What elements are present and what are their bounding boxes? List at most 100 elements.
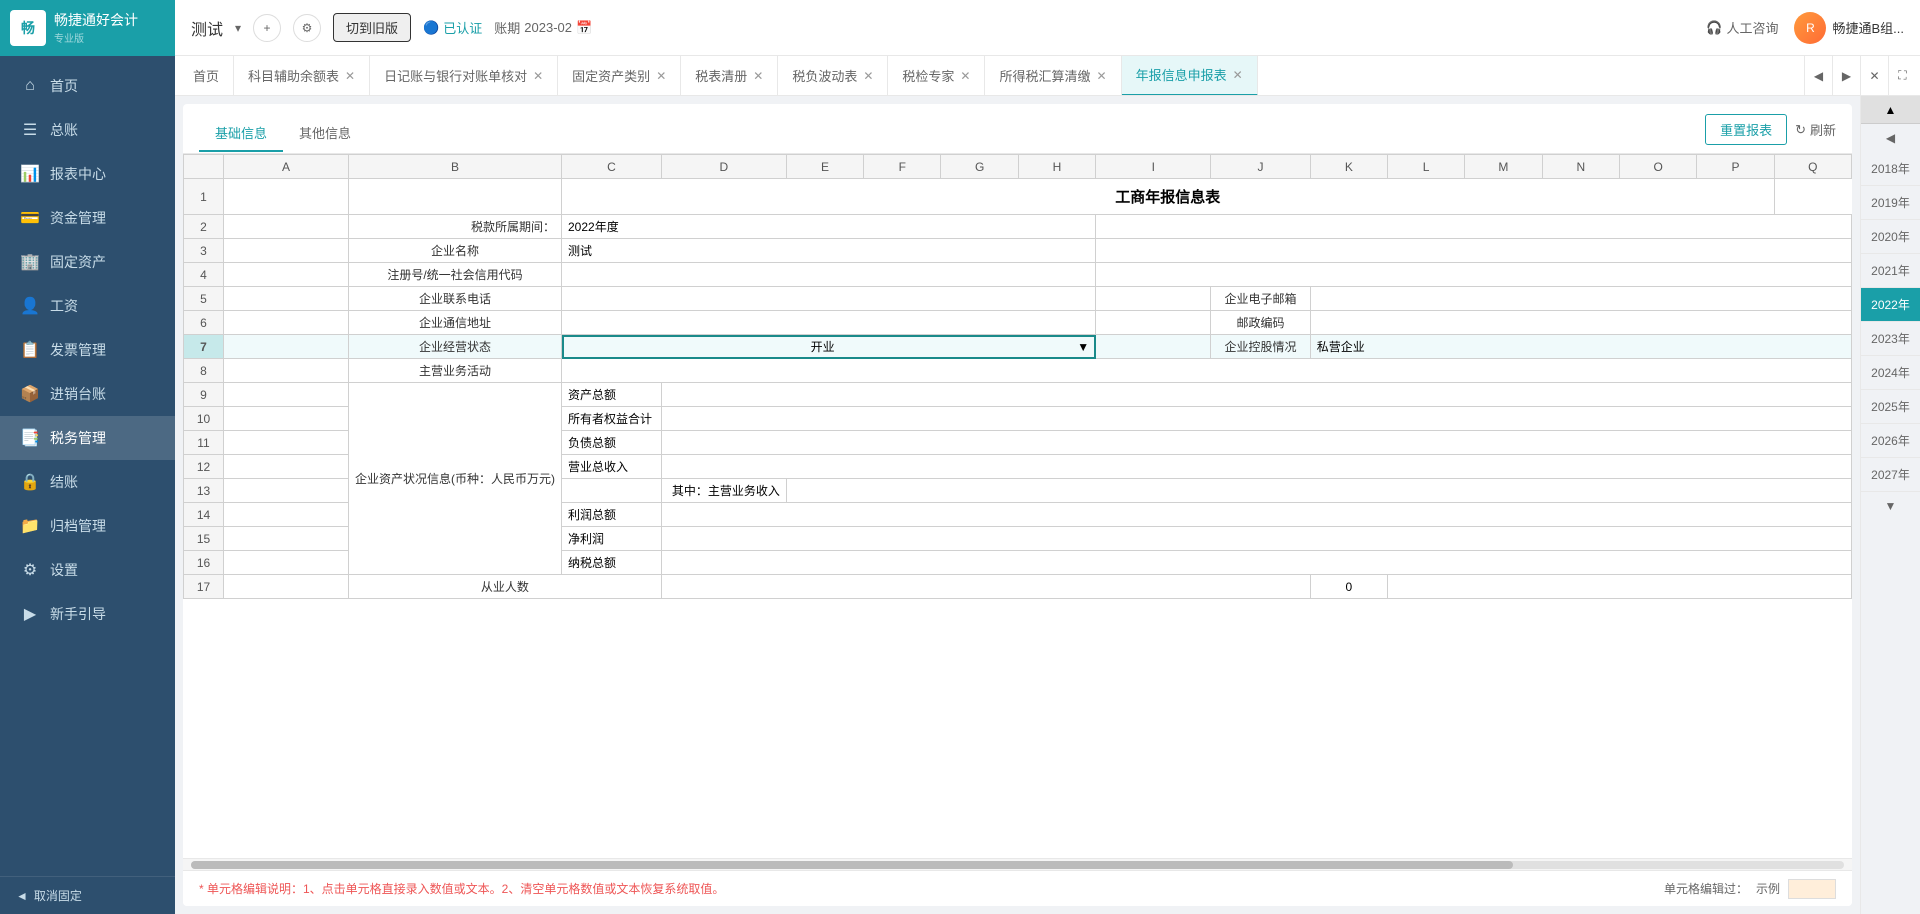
cell-14-d[interactable] [661, 503, 1851, 527]
year-item-2023[interactable]: 2023年 [1861, 322, 1920, 356]
tab-home[interactable]: 首页 [179, 56, 234, 96]
cell-4-a[interactable] [224, 263, 349, 287]
cell-11-a[interactable] [224, 431, 349, 455]
tab-aux-balance[interactable]: 科目辅助余额表 ✕ [234, 56, 370, 96]
cancel-fixed-btn[interactable]: ◄ 取消固定 [0, 876, 175, 914]
refresh-btn[interactable]: ↻ 刷新 [1795, 120, 1836, 139]
cell-15-d[interactable] [661, 527, 1851, 551]
cell-12-a[interactable] [224, 455, 349, 479]
cell-1-a[interactable] [224, 179, 349, 215]
cell-12-c[interactable]: 营业总收入 [562, 455, 662, 479]
spreadsheet-scroll[interactable]: A B C D E F G H I J [183, 154, 1852, 858]
right-panel-collapse-btn[interactable]: ◀ [1861, 124, 1920, 152]
cell-17-b[interactable]: 从业人数 [349, 575, 662, 599]
cell-3-c[interactable]: 测试 [562, 239, 1096, 263]
col-header-a[interactable]: A [224, 155, 349, 179]
settings-btn[interactable]: ⚙ [293, 14, 321, 42]
cell-10-d[interactable] [661, 407, 1851, 431]
cell-13-a[interactable] [224, 479, 349, 503]
tab-close-all-btn[interactable]: ✕ [1860, 56, 1888, 96]
col-header-q[interactable]: Q [1774, 155, 1851, 179]
tab-tax-fluctuation[interactable]: 税负波动表 ✕ [778, 56, 888, 96]
cell-9-d[interactable] [661, 383, 1851, 407]
cell-8-b[interactable]: 主营业务活动 [349, 359, 562, 383]
cell-8-c[interactable] [562, 359, 1852, 383]
tab-fixed-cat[interactable]: 固定资产类别 ✕ [558, 56, 681, 96]
tab-prev-btn[interactable]: ◀ [1804, 56, 1832, 96]
cell-13-c[interactable] [562, 479, 662, 503]
calendar-icon[interactable]: 📅 [576, 20, 592, 36]
cell-2-j[interactable] [1096, 215, 1852, 239]
year-item-2021[interactable]: 2021年 [1861, 254, 1920, 288]
sidebar-item-ledger[interactable]: ☰ 总账 [0, 108, 175, 152]
cell-2-c[interactable]: 2022年度 [562, 215, 1096, 239]
tab-close-tax-return[interactable]: ✕ [753, 69, 763, 83]
col-header-p[interactable]: P [1697, 155, 1774, 179]
subtab-basic[interactable]: 基础信息 [199, 115, 283, 152]
col-header-m[interactable]: M [1465, 155, 1542, 179]
cell-4-j[interactable] [1096, 263, 1852, 287]
year-item-2026[interactable]: 2026年 [1861, 424, 1920, 458]
sidebar-item-closing[interactable]: 🔒 结账 [0, 460, 175, 504]
cell-3-j[interactable] [1096, 239, 1852, 263]
cell-11-d[interactable] [661, 431, 1851, 455]
col-header-f[interactable]: F [864, 155, 941, 179]
tab-annual-report[interactable]: 年报信息申报表 ✕ [1122, 56, 1258, 96]
sidebar-item-archive[interactable]: 📁 归档管理 [0, 504, 175, 548]
sidebar-item-home[interactable]: ⌂ 首页 [0, 64, 175, 108]
service-btn[interactable]: 🎧 人工咨询 [1706, 18, 1778, 37]
tab-expand-btn[interactable]: ⛶ [1888, 56, 1916, 96]
col-header-i[interactable]: I [1096, 155, 1211, 179]
cell-6-j[interactable]: 邮政编码 [1211, 311, 1310, 335]
cell-12-d[interactable] [661, 455, 1851, 479]
sidebar-item-purchase-sales[interactable]: 📦 进销台账 [0, 372, 175, 416]
col-header-d[interactable]: D [661, 155, 786, 179]
col-header-b[interactable]: B [349, 155, 562, 179]
cell-14-a[interactable] [224, 503, 349, 527]
cell-16-c[interactable]: 纳税总额 [562, 551, 662, 575]
tab-tax-expert[interactable]: 税检专家 ✕ [888, 56, 985, 96]
tab-tax-return[interactable]: 税表清册 ✕ [681, 56, 778, 96]
tab-close-income-tax[interactable]: ✕ [1097, 69, 1107, 83]
cell-7-b[interactable]: 企业经营状态 [349, 335, 562, 359]
sidebar-item-settings[interactable]: ⚙ 设置 [0, 548, 175, 592]
cell-5-i[interactable] [1096, 287, 1211, 311]
year-item-2019[interactable]: 2019年 [1861, 186, 1920, 220]
col-header-g[interactable]: G [941, 155, 1018, 179]
year-item-2018[interactable]: 2018年 [1861, 152, 1920, 186]
cell-3-b[interactable]: 企业名称 [349, 239, 562, 263]
sidebar-item-wages[interactable]: 👤 工资 [0, 284, 175, 328]
cell-11-c[interactable]: 负债总额 [562, 431, 662, 455]
add-btn[interactable]: + [253, 14, 281, 42]
cell-17-l[interactable] [1387, 575, 1851, 599]
cell-13-e[interactable] [786, 479, 1851, 503]
col-header-n[interactable]: N [1542, 155, 1619, 179]
cell-7-c-dropdown[interactable]: 开业 ▼ [562, 335, 1096, 359]
sidebar-item-tax[interactable]: 📑 税务管理 [0, 416, 175, 460]
cell-5-a[interactable] [224, 287, 349, 311]
cell-1-b[interactable] [349, 179, 562, 215]
col-header-c[interactable]: C [562, 155, 662, 179]
col-header-l[interactable]: L [1387, 155, 1464, 179]
right-panel-up-btn[interactable]: ▲ [1861, 96, 1920, 124]
cell-17-a[interactable] [224, 575, 349, 599]
tab-close-fixed-cat[interactable]: ✕ [656, 69, 666, 83]
cell-17-k[interactable]: 0 [1310, 575, 1387, 599]
cell-1-title[interactable]: 工商年报信息表 [562, 179, 1775, 215]
cell-2-b[interactable]: 税款所属期间： [349, 215, 562, 239]
cell-13-d[interactable]: 其中：主营业务收入 [661, 479, 786, 503]
cell-7-j[interactable]: 企业控股情况 [1211, 335, 1310, 359]
cell-4-b[interactable]: 注册号/统一社会信用代码 [349, 263, 562, 287]
col-header-e[interactable]: E [786, 155, 863, 179]
tab-close-tax-expert[interactable]: ✕ [960, 69, 970, 83]
cell-10-a[interactable] [224, 407, 349, 431]
year-item-2022[interactable]: 2022年 [1861, 288, 1920, 322]
cell-5-c[interactable] [562, 287, 1096, 311]
cell-7-a[interactable] [224, 335, 349, 359]
cell-8-a[interactable] [224, 359, 349, 383]
cell-6-c[interactable] [562, 311, 1096, 335]
sidebar-item-guide[interactable]: ▶ 新手引导 [0, 592, 175, 636]
horizontal-scrollbar[interactable] [183, 858, 1852, 870]
cell-17-d[interactable] [661, 575, 1310, 599]
tab-journal[interactable]: 日记账与银行对账单核对 ✕ [370, 56, 558, 96]
